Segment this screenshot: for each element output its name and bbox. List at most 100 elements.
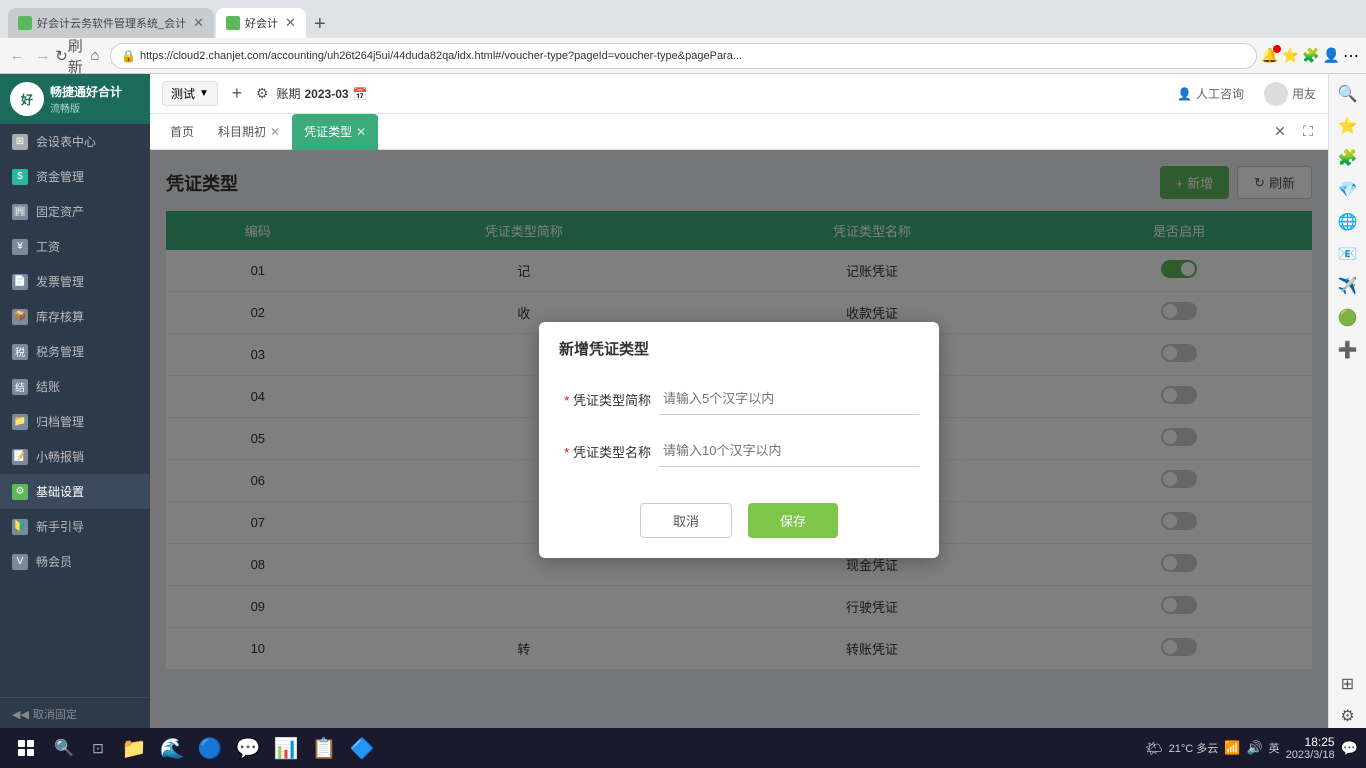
sidebar-label-guide: 新手引导 (36, 518, 84, 535)
home-btn[interactable]: ⌂ (84, 45, 106, 67)
tab1-close[interactable]: ✕ (193, 15, 204, 31)
side-puzzle-icon[interactable]: 🧩 (1334, 144, 1362, 172)
abbr-input[interactable] (659, 383, 919, 415)
back-btn[interactable]: ← (6, 45, 28, 67)
taskbar-search[interactable]: 🔍 (50, 734, 78, 762)
taskbar-chrome[interactable]: 🔵 (194, 732, 226, 764)
sidebar-item-settings[interactable]: ⚙ 基础设置 (0, 474, 150, 509)
browser-tab-1[interactable]: 好会计云务软件管理系统_会计 ✕ (8, 8, 214, 38)
name-input[interactable] (659, 435, 919, 467)
side-green-icon[interactable]: 🟢 (1334, 304, 1362, 332)
content-tabs: 首页 科目期初 ✕ 凭证类型 ✕ ✕ ⛶ (150, 114, 1328, 150)
tab-subject-label: 科目期初 (218, 123, 266, 140)
calendar-icon[interactable]: 📅 (353, 87, 368, 101)
save-button[interactable]: 保存 (748, 503, 838, 538)
taskbar-edge2[interactable]: 🔷 (346, 732, 378, 764)
maximize-tab-btn[interactable]: ⛶ (1296, 120, 1320, 144)
tab-voucher-type[interactable]: 凭证类型 ✕ (292, 114, 378, 150)
sidebar-label-settlement: 结账 (36, 378, 60, 395)
minimize-tab-btn[interactable]: ✕ (1268, 120, 1292, 144)
sidebar-item-dashboard[interactable]: ⊞ 会设表中心 (0, 124, 150, 159)
person-icon[interactable]: 👤 (1323, 47, 1340, 64)
browser-tab-2[interactable]: 好会计 ✕ (216, 8, 306, 38)
time-display: 18:25 (1286, 735, 1335, 749)
sidebar-label-report: 小畅报销 (36, 448, 84, 465)
side-email-icon[interactable]: 📧 (1334, 240, 1362, 268)
cancel-button[interactable]: 取消 (640, 503, 732, 538)
lock-icon: 🔒 (121, 49, 136, 63)
sidebar-item-inventory[interactable]: 📦 库存核算 (0, 299, 150, 334)
app-header: 测试 ▼ + ⚙ 账期 2023-03 📅 👤 人工咨询 (150, 74, 1328, 114)
taskbar-wechat[interactable]: 💬 (232, 732, 264, 764)
sidebar-item-tax[interactable]: 税 税务管理 (0, 334, 150, 369)
help-btn[interactable]: 👤 人工咨询 (1177, 85, 1244, 102)
browser-toolbar-icons: 🔔 ⭐ 🧩 👤 ⋯ (1261, 46, 1360, 66)
more-icon[interactable]: ⋯ (1343, 46, 1360, 66)
sidebar-item-settlement[interactable]: 结 结账 (0, 369, 150, 404)
user-btn[interactable]: 用友 (1264, 82, 1316, 106)
member-icon: V (12, 554, 28, 570)
taskbar-app4[interactable]: 📊 (270, 732, 302, 764)
notification-tray-icon[interactable]: 💬 (1341, 740, 1358, 757)
modal-header: 新增凭证类型 (539, 322, 939, 359)
side-arrow-icon[interactable]: ✈️ (1334, 272, 1362, 300)
tab-home[interactable]: 首页 (158, 114, 206, 150)
side-grid-icon[interactable]: ⊞ (1337, 670, 1358, 698)
sidebar-label-dashboard: 会设表中心 (36, 133, 96, 150)
side-add-icon[interactable]: ➕ (1334, 336, 1362, 364)
tab1-title: 好会计云务软件管理系统_会计 (37, 15, 186, 31)
logo-subtitle: 流畅版 (50, 100, 122, 115)
workspace-selector[interactable]: 测试 ▼ (162, 81, 218, 106)
tab-subject[interactable]: 科目期初 ✕ (206, 114, 292, 150)
modal-body: * 凭证类型简称 * 凭证类型名称 (539, 359, 939, 495)
taskbar-edge[interactable]: 🌊 (156, 732, 188, 764)
sidebar-item-guide[interactable]: 🔰 新手引导 (0, 509, 150, 544)
taskbar-file-explorer[interactable]: 📁 (118, 732, 150, 764)
sidebar-item-capital[interactable]: $ 资金管理 (0, 159, 150, 194)
capital-icon: $ (12, 169, 28, 185)
forward-btn[interactable]: → (32, 45, 54, 67)
tab-subject-close[interactable]: ✕ (270, 125, 280, 139)
side-search-icon[interactable]: 🔍 (1334, 80, 1362, 108)
tab2-favicon (226, 16, 240, 30)
app-container: 好 畅捷通好合计 流畅版 ⊞ 会设表中心 $ 资金管理 (0, 74, 1328, 730)
bookmark-icon[interactable]: ⭐ (1282, 47, 1299, 64)
sidebar-item-report[interactable]: 📝 小畅报销 (0, 439, 150, 474)
payroll-icon: ¥ (12, 239, 28, 255)
clock[interactable]: 18:25 2023/3/18 (1286, 735, 1335, 761)
tab-voucher-close[interactable]: ✕ (356, 125, 366, 139)
start-btn[interactable] (8, 730, 44, 766)
side-star-icon[interactable]: ⭐ (1334, 112, 1362, 140)
tab-window-controls: ✕ ⛶ (1268, 120, 1320, 144)
sidebar-item-payroll[interactable]: ¥ 工资 (0, 229, 150, 264)
sidebar-item-fixed[interactable]: 🏢 固定资产 (0, 194, 150, 229)
sidebar-label-settings: 基础设置 (36, 483, 84, 500)
workspace-settings-icon[interactable]: ⚙ (256, 85, 269, 102)
sidebar-item-archive[interactable]: 📁 归档管理 (0, 404, 150, 439)
browser-tab-bar: 好会计云务软件管理系统_会计 ✕ 好会计 ✕ + (0, 0, 1366, 38)
sidebar-unpin[interactable]: ◀◀ 取消固定 (0, 697, 150, 730)
side-globe-icon[interactable]: 🌐 (1334, 208, 1362, 236)
inventory-icon: 📦 (12, 309, 28, 325)
settings-icon: ⚙ (12, 484, 28, 500)
sidebar-item-invoice[interactable]: 📄 发票管理 (0, 264, 150, 299)
side-settings-icon[interactable]: ⚙ (1336, 702, 1358, 730)
modal-overlay: 新增凭证类型 * 凭证类型简称 (150, 150, 1328, 730)
tab-home-label: 首页 (170, 123, 194, 140)
taskbar-taskview[interactable]: ⊡ (84, 734, 112, 762)
sidebar-logo: 好 畅捷通好合计 流畅版 (0, 74, 150, 124)
sidebar-item-member[interactable]: V 畅会员 (0, 544, 150, 579)
extensions-icon[interactable]: 🧩 (1302, 47, 1319, 64)
notification-icon[interactable]: 🔔 (1261, 47, 1278, 64)
refresh-btn[interactable]: ↻ 刷新 (58, 45, 80, 67)
workspace-name: 测试 (171, 85, 195, 102)
new-tab-btn[interactable]: + (306, 13, 334, 36)
side-gem-icon[interactable]: 💎 (1334, 176, 1362, 204)
add-workspace-btn[interactable]: + (226, 83, 248, 105)
address-input[interactable] (140, 50, 1246, 62)
tab2-close[interactable]: ✕ (285, 15, 296, 31)
modal-footer: 取消 保存 (539, 495, 939, 558)
fixed-icon: 🏢 (12, 204, 28, 220)
weather-icon: 🌤 (1145, 740, 1163, 757)
taskbar-app5[interactable]: 📋 (308, 732, 340, 764)
